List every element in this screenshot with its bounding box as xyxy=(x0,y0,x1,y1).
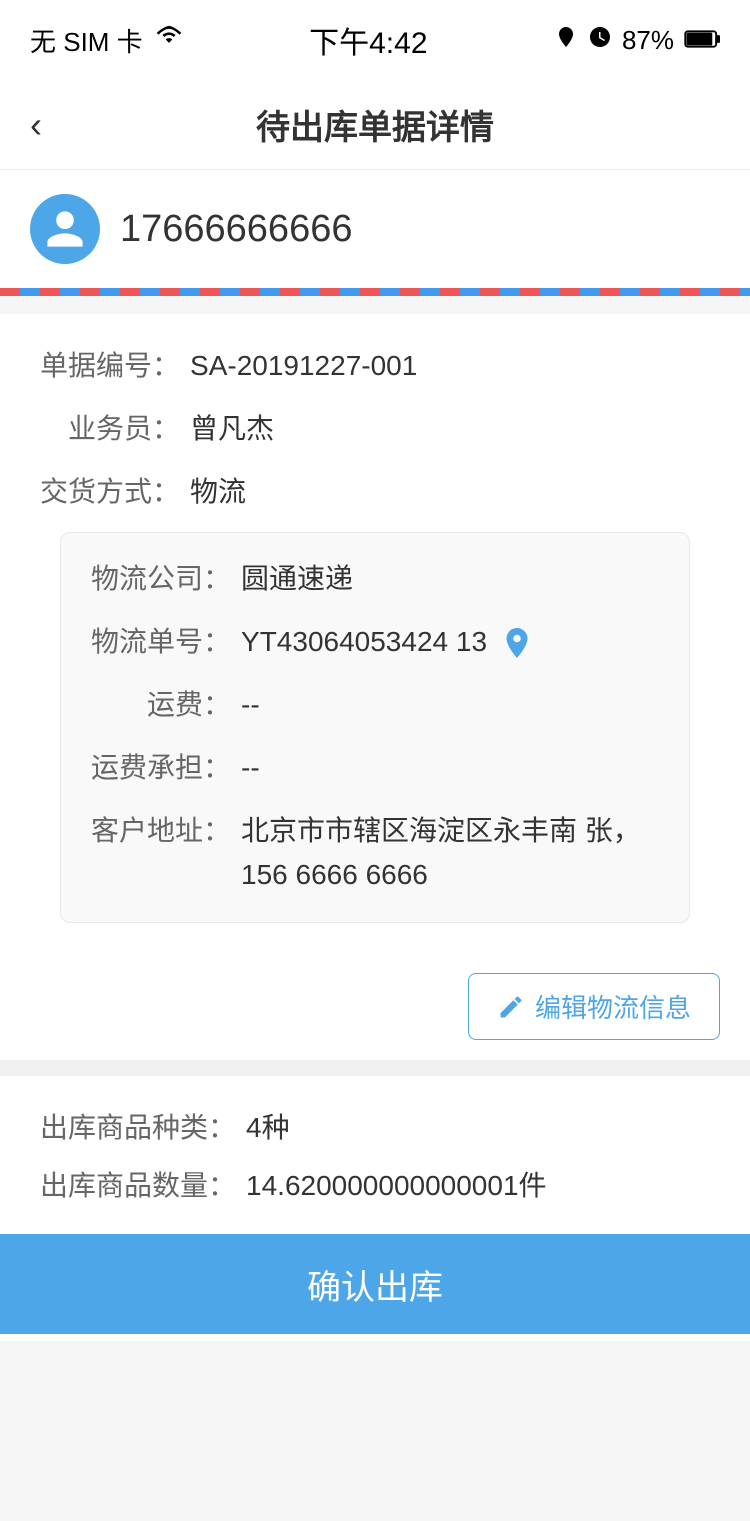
order-no-label: 单据编号： xyxy=(40,344,180,389)
salesman-label: 业务员： xyxy=(40,407,180,452)
logistics-tracking-value: YT43064053424 13 xyxy=(241,620,659,665)
goods-quantity-value: 14.620000000000001件 xyxy=(246,1164,547,1204)
edit-logistics-label: 编辑物流信息 xyxy=(535,988,691,1025)
salesman-value: 曾凡杰 xyxy=(190,407,710,452)
edit-icon xyxy=(497,993,525,1021)
section-divider-1 xyxy=(0,1060,750,1076)
phone-header: 17666666666 xyxy=(0,170,750,288)
address-label: 客户地址： xyxy=(91,809,231,854)
tracking-location-icon[interactable] xyxy=(499,625,535,661)
status-time: 下午4:42 xyxy=(309,18,427,62)
logistics-tracking-row: 物流单号： YT43064053424 13 xyxy=(91,620,659,665)
status-bar: 无 SIM 卡 下午4:42 87% xyxy=(0,0,750,80)
battery-text: 87% xyxy=(622,25,674,56)
delivery-value: 物流 xyxy=(190,470,710,515)
logistics-company-value: 圆通速递 xyxy=(241,557,659,602)
delivery-label: 交货方式： xyxy=(40,470,180,515)
page-title: 待出库单据详情 xyxy=(256,100,494,149)
order-no-row: 单据编号： SA-20191227-001 xyxy=(40,344,710,389)
goods-section: 出库商品种类： 4种 出库商品数量： 14.620000000000001件 xyxy=(0,1076,750,1234)
back-button[interactable]: ‹ xyxy=(30,104,42,146)
goods-quantity-label: 出库商品数量： xyxy=(40,1164,236,1204)
goods-types-value: 4种 xyxy=(246,1106,290,1146)
freight-bear-value: -- xyxy=(241,746,659,791)
bottom-spacer xyxy=(0,1341,750,1521)
wifi-icon xyxy=(155,23,183,58)
salesman-row: 业务员： 曾凡杰 xyxy=(40,407,710,452)
freight-label: 运费： xyxy=(91,683,231,728)
status-left: 无 SIM 卡 xyxy=(30,22,183,59)
address-row: 客户地址： 北京市市辖区海淀区永丰南 张，156 6666 6666 xyxy=(91,809,659,899)
status-right: 87% xyxy=(554,25,720,56)
address-value: 北京市市辖区海淀区永丰南 张，156 6666 6666 xyxy=(241,809,659,899)
order-no-value: SA-20191227-001 xyxy=(190,344,710,389)
avatar xyxy=(30,194,100,264)
freight-bear-label: 运费承担： xyxy=(91,746,231,791)
goods-quantity-row: 出库商品数量： 14.620000000000001件 xyxy=(40,1164,710,1204)
order-info-section: 单据编号： SA-20191227-001 业务员： 曾凡杰 交货方式： 物流 … xyxy=(0,314,750,953)
confirm-button-bar[interactable]: 确认出库 xyxy=(0,1234,750,1334)
logistics-tracking-label: 物流单号： xyxy=(91,620,231,665)
carrier-text: 无 SIM 卡 xyxy=(30,22,143,59)
goods-types-label: 出库商品种类： xyxy=(40,1106,236,1146)
nav-bar: ‹ 待出库单据详情 xyxy=(0,80,750,170)
logistics-company-row: 物流公司： 圆通速递 xyxy=(91,557,659,602)
clock-status-icon xyxy=(588,25,612,56)
goods-types-row: 出库商品种类： 4种 xyxy=(40,1106,710,1146)
edit-logistics-row: 编辑物流信息 xyxy=(0,953,750,1060)
freight-bear-row: 运费承担： -- xyxy=(91,746,659,791)
edit-logistics-button[interactable]: 编辑物流信息 xyxy=(468,973,720,1040)
dashed-divider xyxy=(0,288,750,296)
location-status-icon xyxy=(554,25,578,56)
confirm-button-label: 确认出库 xyxy=(307,1260,443,1309)
freight-row: 运费： -- xyxy=(91,683,659,728)
battery-icon xyxy=(684,25,720,56)
logistics-card: 物流公司： 圆通速递 物流单号： YT43064053424 13 运费： --… xyxy=(60,532,690,923)
logistics-company-label: 物流公司： xyxy=(91,557,231,602)
delivery-row: 交货方式： 物流 xyxy=(40,470,710,515)
customer-phone: 17666666666 xyxy=(120,208,352,251)
freight-value: -- xyxy=(241,683,659,728)
